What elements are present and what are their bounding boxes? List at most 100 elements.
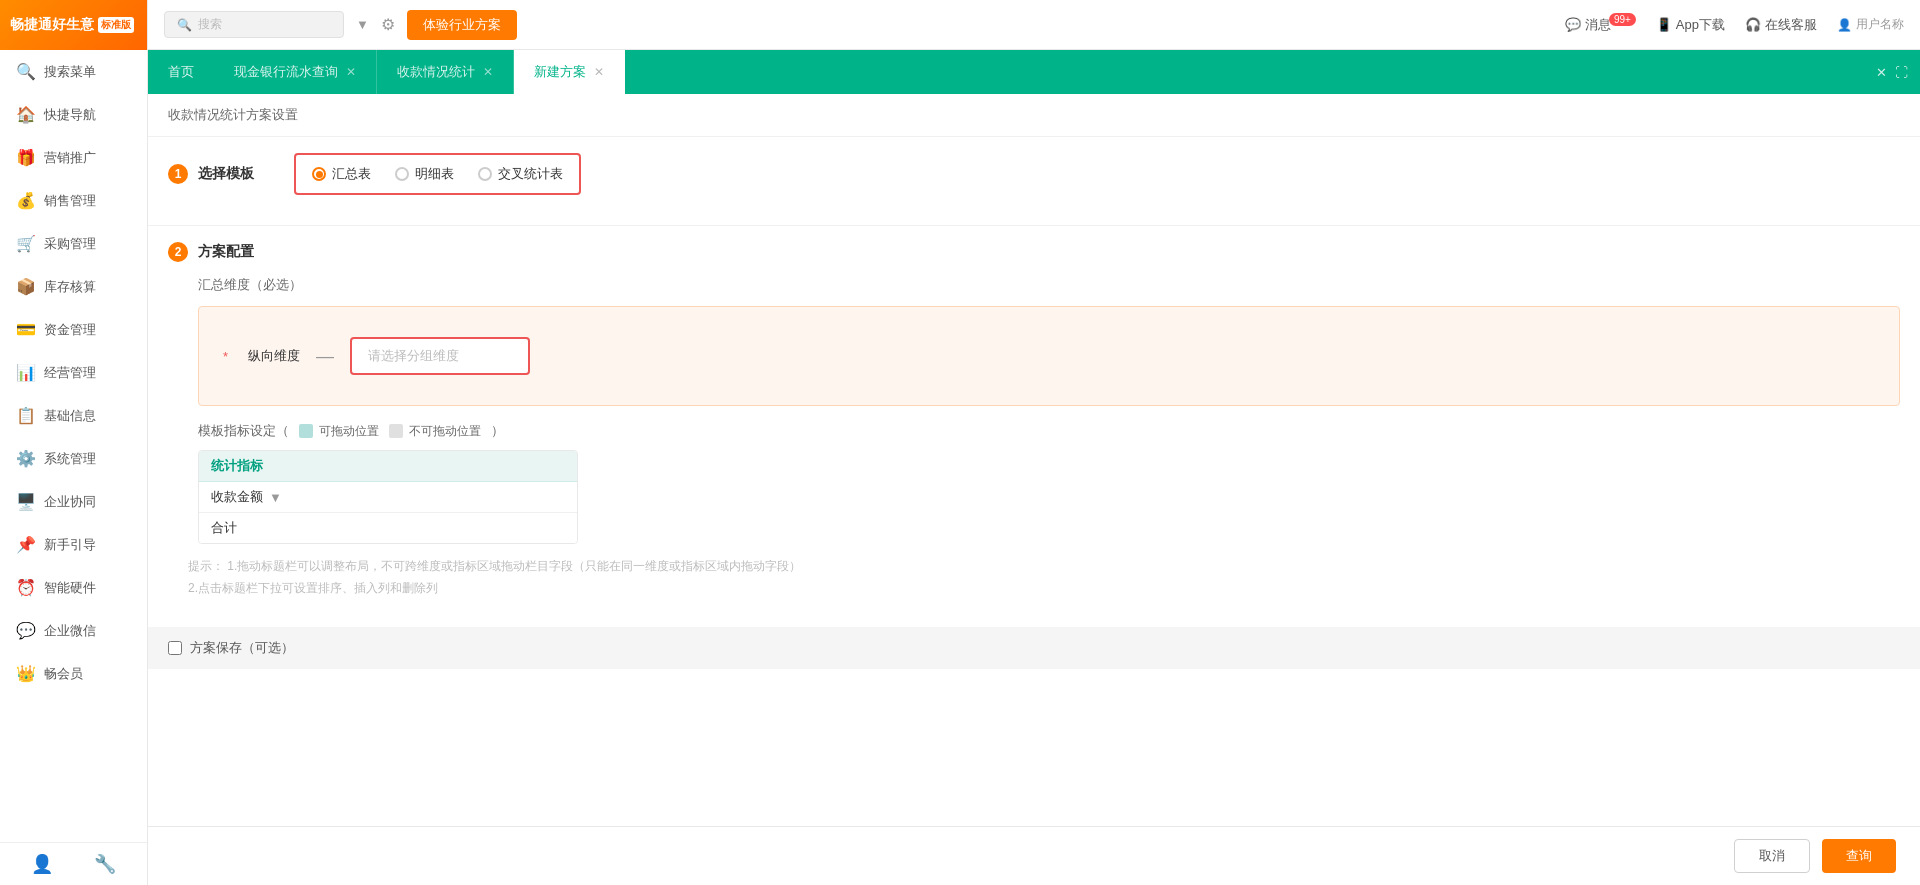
sidebar-item-smart-hw[interactable]: ⏰ 智能硬件 (0, 566, 147, 609)
tab-bank-flow[interactable]: 现金银行流水查询 ✕ (214, 50, 377, 94)
indicator-settings: 模板指标设定（ 可拖动位置 不可拖动位置 ） (198, 422, 1900, 544)
purchase-icon: 🛒 (16, 234, 36, 253)
msg-badge: 99+ (1609, 13, 1636, 26)
download-label: App下载 (1676, 16, 1725, 34)
msg-item[interactable]: 💬 消息 99+ (1565, 16, 1636, 34)
user-avatar-icon: 👤 (1837, 18, 1852, 32)
indicator-dropdown-0-icon[interactable]: ▼ (269, 490, 282, 505)
marketing-icon: 🎁 (16, 148, 36, 167)
tab-bank-flow-label: 现金银行流水查询 (234, 63, 338, 81)
service-icon: 🎧 (1745, 17, 1761, 32)
breadcrumb-text: 收款情况统计方案设置 (168, 107, 298, 122)
radio-summary[interactable]: 汇总表 (312, 165, 371, 183)
legend-draggable: 可拖动位置 (299, 423, 379, 440)
topbar-search-box[interactable]: 🔍 搜索 (164, 11, 344, 38)
sidebar-item-quick-nav[interactable]: 🏠 快捷导航 (0, 93, 147, 136)
vertical-dimension-label: 纵向维度 (248, 347, 300, 365)
radio-detail-dot[interactable] (395, 167, 409, 181)
indicator-table-section-label: 统计指标 (199, 451, 577, 482)
sidebar-item-sales[interactable]: 💰 销售管理 (0, 179, 147, 222)
tab-new-plan-label: 新建方案 (534, 63, 586, 81)
sidebar-item-corp-wechat[interactable]: 💬 企业微信 (0, 609, 147, 652)
dropdown-arrow-icon[interactable]: ▼ (356, 17, 369, 32)
dimension-select-box[interactable]: 请选择分组维度 (350, 337, 530, 375)
tab-new-plan-close-icon[interactable]: ✕ (594, 65, 604, 79)
query-button[interactable]: 查询 (1822, 839, 1896, 873)
indicator-name-0: 收款金额 (211, 488, 263, 506)
settings-icon[interactable]: 🔧 (94, 853, 116, 875)
sidebar-item-marketing[interactable]: 🎁 营销推广 (0, 136, 147, 179)
tab-receipt-stat-close-icon[interactable]: ✕ (483, 65, 493, 79)
radio-summary-label: 汇总表 (332, 165, 371, 183)
sidebar-item-label: 系统管理 (44, 450, 96, 468)
tab-receipt-stat[interactable]: 收款情况统计 ✕ (377, 50, 514, 94)
window-close-icon[interactable]: ✕ (1876, 65, 1887, 80)
step2-label: 方案配置 (198, 243, 254, 261)
arrow-icon: — (316, 346, 334, 367)
radio-cross-dot[interactable] (478, 167, 492, 181)
page-content: 收款情况统计方案设置 1 选择模板 汇总表 (148, 94, 1920, 826)
search-placeholder: 搜索 (198, 16, 222, 33)
tip-line1: 提示： 1.拖动标题栏可以调整布局，不可跨维度或指标区域拖动栏目字段（只能在同一… (188, 556, 1880, 578)
indicator-header: 模板指标设定（ 可拖动位置 不可拖动位置 ） (198, 422, 1900, 440)
sidebar-item-label: 采购管理 (44, 235, 96, 253)
tab-receipt-stat-label: 收款情况统计 (397, 63, 475, 81)
radio-detail[interactable]: 明细表 (395, 165, 454, 183)
gear-icon[interactable]: ⚙ (381, 15, 395, 34)
sidebar-item-operation[interactable]: 📊 经营管理 (0, 351, 147, 394)
sidebar-item-inventory[interactable]: 📦 库存核算 (0, 265, 147, 308)
sidebar-logo: 畅捷通好生意 标准版 (0, 0, 147, 50)
step1-section: 1 选择模板 汇总表 明细表 (148, 137, 1920, 225)
service-item[interactable]: 🎧 在线客服 (1745, 16, 1817, 34)
indicator-cell-name-0: 收款金额 ▼ (211, 488, 565, 506)
vip-icon: 👑 (16, 664, 36, 683)
tabbar-actions: ✕ ⛶ (1876, 65, 1920, 80)
radio-detail-label: 明细表 (415, 165, 454, 183)
sidebar-item-label: 销售管理 (44, 192, 96, 210)
sidebar-item-vip[interactable]: 👑 畅会员 (0, 652, 147, 695)
newbie-icon: 📌 (16, 535, 36, 554)
save-plan-checkbox[interactable] (168, 641, 182, 655)
tab-home[interactable]: 首页 (148, 63, 214, 81)
sidebar-item-corp-coop[interactable]: 🖥️ 企业协同 (0, 480, 147, 523)
sidebar-item-label: 畅会员 (44, 665, 83, 683)
sidebar-item-label: 智能硬件 (44, 579, 96, 597)
dimension-subsection-label: 汇总维度（必选） (198, 276, 1900, 294)
indicator-row-1: 合计 (199, 513, 577, 543)
sidebar-item-search-menu[interactable]: 🔍 搜索菜单 (0, 50, 147, 93)
service-label: 在线客服 (1765, 16, 1817, 34)
sidebar-item-label: 搜索菜单 (44, 63, 96, 81)
sidebar-item-label: 企业微信 (44, 622, 96, 640)
legend-nodrag: 不可拖动位置 (389, 423, 481, 440)
window-expand-icon[interactable]: ⛶ (1895, 65, 1908, 80)
download-item[interactable]: 📱 App下载 (1656, 16, 1725, 34)
legend-draggable-box (299, 424, 313, 438)
indicator-name-1: 合计 (211, 519, 237, 537)
quick-nav-icon: 🏠 (16, 105, 36, 124)
sidebar-item-label: 基础信息 (44, 407, 96, 425)
sidebar-item-label: 快捷导航 (44, 106, 96, 124)
tab-new-plan[interactable]: 新建方案 ✕ (514, 50, 625, 94)
indicator-title-suffix: ） (491, 422, 504, 440)
sidebar-item-capital[interactable]: 💳 资金管理 (0, 308, 147, 351)
industry-btn[interactable]: 体验行业方案 (407, 10, 517, 40)
logo-badge: 标准版 (98, 17, 134, 33)
basic-info-icon: 📋 (16, 406, 36, 425)
user-name[interactable]: 👤 用户名称 (1837, 16, 1904, 33)
system-icon: ⚙️ (16, 449, 36, 468)
step2-badge: 2 (168, 242, 188, 262)
tab-bank-flow-close-icon[interactable]: ✕ (346, 65, 356, 79)
sidebar-item-purchase[interactable]: 🛒 采购管理 (0, 222, 147, 265)
breadcrumb: 收款情况统计方案设置 (148, 94, 1920, 137)
user-icon[interactable]: 👤 (31, 853, 53, 875)
radio-summary-dot[interactable] (312, 167, 326, 181)
sidebar-item-system[interactable]: ⚙️ 系统管理 (0, 437, 147, 480)
required-star: * (223, 349, 228, 364)
operation-icon: 📊 (16, 363, 36, 382)
radio-cross[interactable]: 交叉统计表 (478, 165, 563, 183)
dimension-subsection: 汇总维度（必选） * 纵向维度 — 请选择分组维度 模板指标设定（ (168, 276, 1900, 544)
sidebar-item-newbie[interactable]: 📌 新手引导 (0, 523, 147, 566)
cancel-button[interactable]: 取消 (1734, 839, 1810, 873)
sidebar-item-basic-info[interactable]: 📋 基础信息 (0, 394, 147, 437)
sidebar-item-label: 企业协同 (44, 493, 96, 511)
